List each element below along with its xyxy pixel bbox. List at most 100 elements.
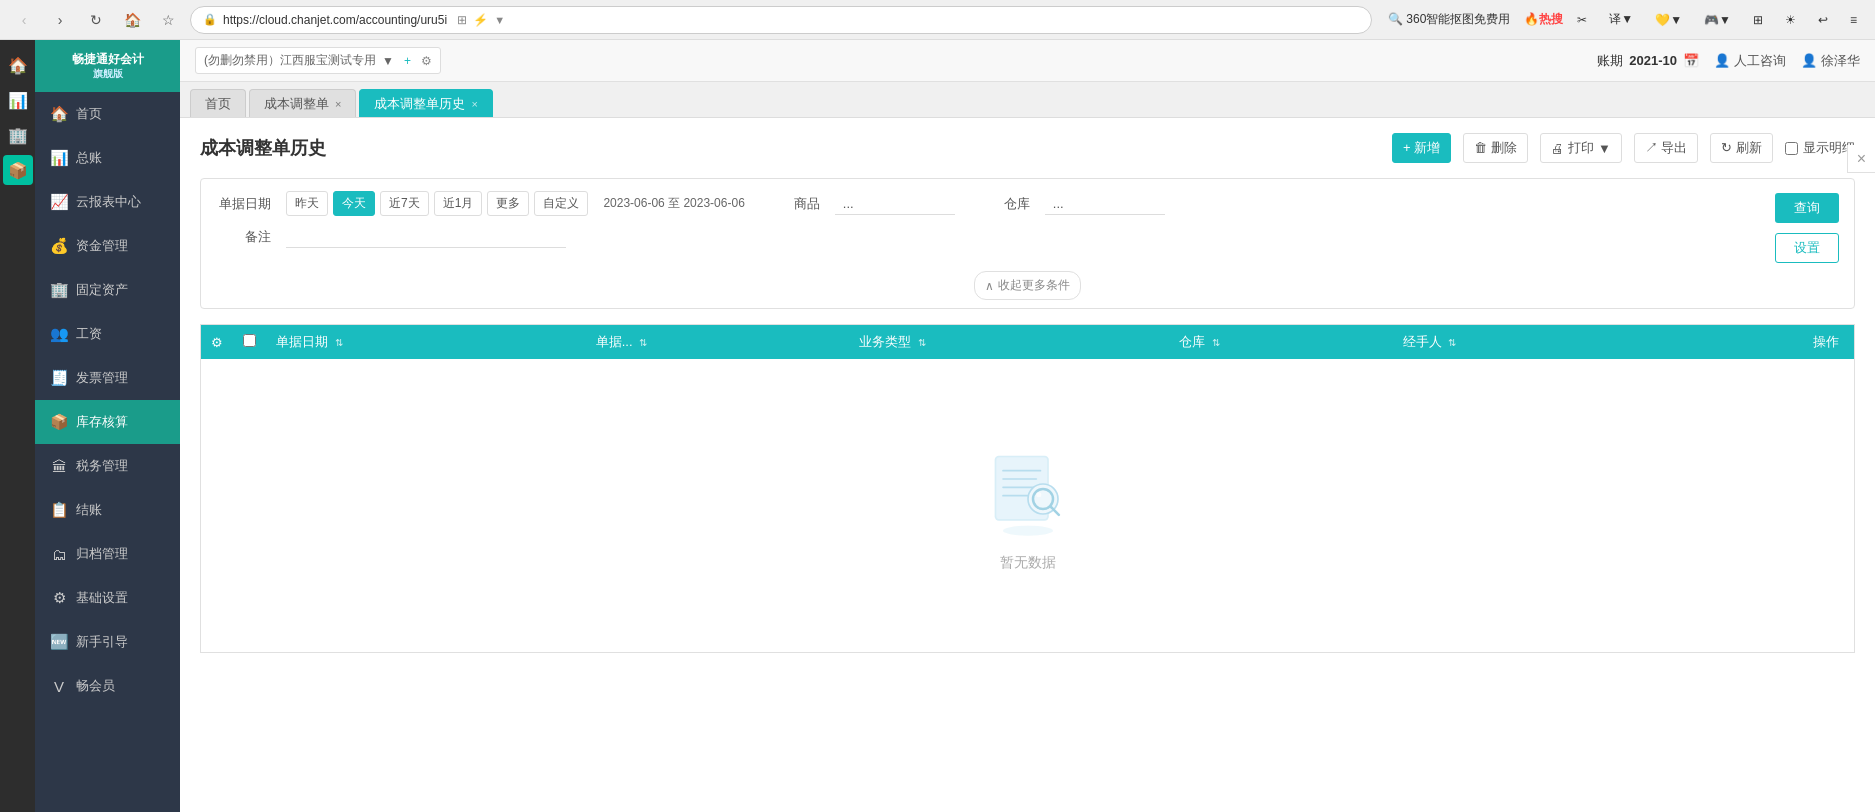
rail-home[interactable]: 🏠: [3, 50, 33, 80]
sidebar-item-payroll[interactable]: 👥 工资: [35, 312, 180, 356]
table-body: 暂无数据: [201, 359, 1855, 653]
browser-bar: ‹ › ↻ 🏠 ☆ 🔒 https://cloud.chanjet.com/ac…: [0, 0, 1875, 40]
settings-icon: ⚙: [50, 589, 68, 607]
print-button[interactable]: 🖨 打印 ▼: [1540, 133, 1622, 163]
col-handler[interactable]: 经手人 ⇅: [1393, 325, 1665, 360]
collapse-icon: ∧: [985, 279, 994, 293]
home-button[interactable]: 🏠: [118, 6, 146, 34]
date-btn-more[interactable]: 更多: [487, 191, 529, 216]
table-header: ⚙ 单据日期 ⇅ 单据... ⇅: [201, 325, 1855, 360]
sidebar-item-fund-management[interactable]: 💰 资金管理: [35, 224, 180, 268]
sidebar-item-general-ledger[interactable]: 📊 总账: [35, 136, 180, 180]
sidebar-item-basic-settings[interactable]: ⚙ 基础设置: [35, 576, 180, 620]
sidebar: 畅捷通好会计 旗舰版 🏠 首页 📊 总账 📈 云报表中心 💰 资金管理 🏢 固定…: [35, 40, 180, 812]
period-value: 2021-10: [1629, 53, 1677, 68]
grid-tool[interactable]: ⊞: [1745, 9, 1771, 31]
btype-sort-icon: ⇅: [918, 337, 926, 348]
scissors-tool[interactable]: ✂: [1569, 9, 1595, 31]
sidebar-item-accounting[interactable]: 📋 结账: [35, 488, 180, 532]
settings-gear-icon[interactable]: ⚙: [421, 54, 432, 68]
filter-with-actions: 单据日期 昨天 今天 近7天: [216, 191, 1839, 263]
sidebar-item-fixed-assets[interactable]: 🏢 固定资产: [35, 268, 180, 312]
add-company-btn[interactable]: +: [404, 54, 411, 68]
sidebar-item-archive[interactable]: 🗂 归档管理: [35, 532, 180, 576]
period-info: 账期 2021-10 📅: [1597, 52, 1699, 70]
warehouse-selector[interactable]: ...: [1045, 193, 1165, 215]
col-business-type[interactable]: 业务类型 ⇅: [849, 325, 1169, 360]
bookmark-button[interactable]: ☆: [154, 6, 182, 34]
show-detail-checkbox[interactable]: [1785, 142, 1798, 155]
translate-tool[interactable]: 译▼: [1601, 7, 1641, 32]
delete-button[interactable]: 🗑 删除: [1463, 133, 1528, 163]
date-btn-1month[interactable]: 近1月: [434, 191, 483, 216]
rail-building[interactable]: 🏢: [3, 120, 33, 150]
back-button[interactable]: ‹: [10, 6, 38, 34]
dropdown-icon[interactable]: ▼: [494, 14, 505, 26]
search-tool[interactable]: 🔍 360智能抠图免费用: [1380, 7, 1518, 32]
col-checkbox[interactable]: [233, 325, 266, 360]
tab-cost-adjust-history-close[interactable]: ×: [471, 98, 477, 110]
forward-button[interactable]: ›: [46, 6, 74, 34]
calendar-icon[interactable]: 📅: [1683, 53, 1699, 68]
rail-chart[interactable]: 📊: [3, 85, 33, 115]
col-warehouse[interactable]: 仓库 ⇅: [1169, 325, 1393, 360]
extension-icon: ⊞: [457, 13, 467, 27]
query-button[interactable]: 查询: [1775, 193, 1839, 223]
date-btn-7days[interactable]: 近7天: [380, 191, 429, 216]
goods-label: 商品: [790, 195, 820, 213]
note-input[interactable]: [286, 226, 566, 248]
brightness-tool[interactable]: ☀: [1777, 9, 1804, 31]
company-selector[interactable]: (勿删勿禁用）江西服宝测试专用 ▼ + ⚙: [195, 47, 441, 74]
undo-tool[interactable]: ↩: [1810, 9, 1836, 31]
guide-icon: 🆕: [50, 633, 68, 651]
date-label: 单据日期: [216, 195, 271, 213]
col-settings[interactable]: ⚙: [201, 325, 234, 360]
page-close-button[interactable]: ×: [1847, 145, 1875, 173]
consulting-icon: 👤: [1714, 53, 1730, 68]
svg-point-0: [1003, 526, 1053, 536]
sidebar-item-new-guide[interactable]: 🆕 新手引导: [35, 620, 180, 664]
user-info[interactable]: 👤 徐泽华: [1801, 52, 1860, 70]
filter-settings-button[interactable]: 设置: [1775, 233, 1839, 263]
ssl-icon: 🔒: [203, 13, 217, 26]
tab-cost-adjust-history[interactable]: 成本调整单历史 ×: [359, 89, 492, 117]
col-date[interactable]: 单据日期 ⇅: [266, 325, 586, 360]
date-btn-yesterday[interactable]: 昨天: [286, 191, 328, 216]
sidebar-item-membership[interactable]: V 畅会员: [35, 664, 180, 708]
sidebar-item-invoice-management[interactable]: 🧾 发票管理: [35, 356, 180, 400]
refresh-button[interactable]: ↻ 刷新: [1710, 133, 1773, 163]
empty-state: 暂无数据: [201, 359, 1854, 652]
hot-search-label[interactable]: 🔥热搜: [1524, 11, 1563, 28]
data-table: ⚙ 单据日期 ⇅ 单据... ⇅: [200, 324, 1855, 653]
sidebar-item-tax-management[interactable]: 🏛 税务管理: [35, 444, 180, 488]
tax-icon: 🏛: [50, 458, 68, 475]
sidebar-item-home[interactable]: 🏠 首页: [35, 92, 180, 136]
date-btn-today[interactable]: 今天: [333, 191, 375, 216]
print-dropdown-icon: ▼: [1598, 141, 1611, 156]
inventory-icon: 📦: [50, 413, 68, 431]
more-tool[interactable]: ≡: [1842, 9, 1865, 31]
address-bar[interactable]: 🔒 https://cloud.chanjet.com/accounting/u…: [190, 6, 1372, 34]
tab-cost-adjust[interactable]: 成本调整单 ×: [249, 89, 356, 117]
select-all-checkbox[interactable]: [243, 334, 256, 347]
consulting-link[interactable]: 👤 人工咨询: [1714, 52, 1786, 70]
icon-rail: 🏠 📊 🏢 📦: [0, 40, 35, 812]
new-button[interactable]: + 新增: [1392, 133, 1451, 163]
game-tool[interactable]: 🎮▼: [1696, 9, 1739, 31]
col-number[interactable]: 单据... ⇅: [586, 325, 850, 360]
show-detail-label[interactable]: 显示明细: [1785, 139, 1855, 157]
rail-inventory[interactable]: 📦: [3, 155, 33, 185]
url-text: https://cloud.chanjet.com/accounting/uru…: [223, 13, 447, 27]
tabs-bar: 首页 成本调整单 × 成本调整单历史 ×: [180, 82, 1875, 118]
tab-cost-adjust-close[interactable]: ×: [335, 98, 341, 110]
sidebar-item-report-center[interactable]: 📈 云报表中心: [35, 180, 180, 224]
date-btn-custom[interactable]: 自定义: [534, 191, 588, 216]
wallet-tool[interactable]: 💛▼: [1647, 9, 1690, 31]
refresh-button[interactable]: ↻: [82, 6, 110, 34]
collapse-button[interactable]: ∧ 收起更多条件: [974, 271, 1081, 300]
sidebar-item-inventory[interactable]: 📦 库存核算: [35, 400, 180, 444]
export-button[interactable]: ↗ 导出: [1634, 133, 1699, 163]
tab-home[interactable]: 首页: [190, 89, 246, 117]
fund-icon: 💰: [50, 237, 68, 255]
goods-selector[interactable]: ...: [835, 193, 955, 215]
